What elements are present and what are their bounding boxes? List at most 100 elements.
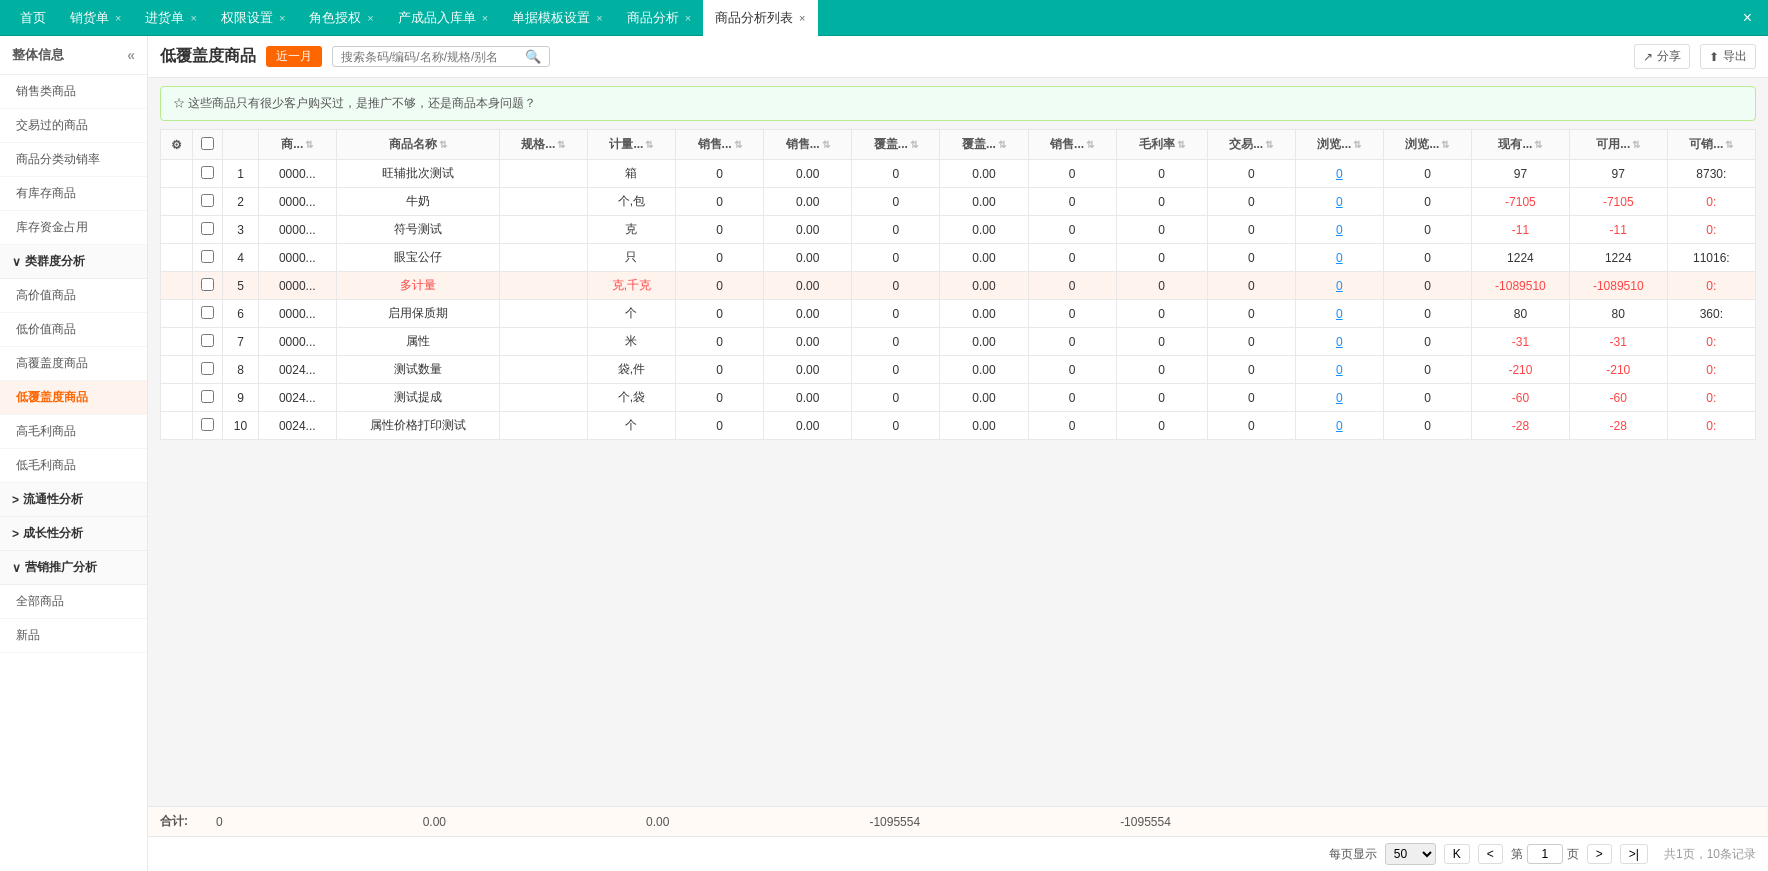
th-sales1[interactable]: 销售...⇅ — [676, 130, 764, 160]
sidebar-item-sales-goods[interactable]: 销售类商品 — [0, 75, 147, 109]
table-row: 40000...眼宝公仔只00.0000.0000000122412241101… — [161, 244, 1756, 272]
search-input[interactable] — [341, 50, 521, 64]
sidebar-item-high-value[interactable]: 高价值商品 — [0, 279, 147, 313]
search-icon[interactable]: 🔍 — [525, 49, 541, 64]
nav-analysis[interactable]: 商品分析 × — [615, 0, 703, 36]
nav-purchase[interactable]: 进货单 × — [133, 0, 208, 36]
table-row: 80024...测试数量袋,件00.0000.0000000-210-2100: — [161, 356, 1756, 384]
nav-analysis-label: 商品分析 — [627, 9, 679, 27]
th-current[interactable]: 现有...⇅ — [1472, 130, 1570, 160]
select-all-checkbox[interactable] — [201, 137, 214, 150]
th-code[interactable]: 商...⇅ — [259, 130, 337, 160]
th-sales2[interactable]: 销售...⇅ — [764, 130, 852, 160]
share-btn[interactable]: ↗ 分享 — [1634, 44, 1690, 69]
last-page-btn[interactable]: >| — [1620, 844, 1648, 864]
th-name[interactable]: 商品名称⇅ — [336, 130, 499, 160]
nav-analysis-close[interactable]: × — [685, 12, 691, 24]
nav-analysis-list-close[interactable]: × — [799, 12, 805, 24]
sidebar: 整体信息 « 销售类商品 交易过的商品 商品分类动销率 有库存商品 库存资金占用… — [0, 36, 148, 871]
share-label: 分享 — [1657, 48, 1681, 65]
sidebar-item-category-rate[interactable]: 商品分类动销率 — [0, 143, 147, 177]
sidebar-section-growth[interactable]: > 成长性分析 — [0, 517, 147, 551]
th-cover2[interactable]: 覆盖...⇅ — [940, 130, 1028, 160]
nav-product-in-close[interactable]: × — [482, 12, 488, 24]
sidebar-section-marketing[interactable]: ∨ 营销推广分析 — [0, 551, 147, 585]
row-checkbox[interactable] — [201, 166, 214, 179]
time-filter-btn[interactable]: 近一月 — [266, 46, 322, 67]
page-size-label: 每页显示 — [1329, 846, 1377, 863]
th-trade[interactable]: 交易...⇅ — [1207, 130, 1295, 160]
sidebar-item-new-goods[interactable]: 新品 — [0, 619, 147, 653]
th-grossrate[interactable]: 毛利率⇅ — [1116, 130, 1207, 160]
th-unit[interactable]: 计量...⇅ — [587, 130, 675, 160]
table-container[interactable]: ⚙ 商...⇅ 商品名称⇅ 规格...⇅ 计量...⇅ 销售...⇅ 销售...… — [148, 129, 1768, 806]
table-row: 50000...多计量克,千克00.0000.0000000-1089510-1… — [161, 272, 1756, 300]
th-cover1[interactable]: 覆盖...⇅ — [852, 130, 940, 160]
sidebar-item-low-value[interactable]: 低价值商品 — [0, 313, 147, 347]
nav-permission-close[interactable]: × — [279, 12, 285, 24]
sidebar-item-in-stock[interactable]: 有库存商品 — [0, 177, 147, 211]
page-unit: 页 — [1567, 846, 1579, 863]
nav-template-close[interactable]: × — [596, 12, 602, 24]
table-row: 60000...启用保质期个00.0000.00000008080360: — [161, 300, 1756, 328]
sidebar-section-liquidity[interactable]: > 流通性分析 — [0, 483, 147, 517]
row-checkbox[interactable] — [201, 362, 214, 375]
sidebar-item-high-coverage[interactable]: 高覆盖度商品 — [0, 347, 147, 381]
th-browse1[interactable]: 浏览...⇅ — [1295, 130, 1383, 160]
nav-analysis-list[interactable]: 商品分析列表 × — [703, 0, 817, 36]
window-close-btn[interactable]: × — [1735, 9, 1760, 27]
sidebar-header-label: 整体信息 — [12, 46, 64, 64]
nav-purchase-close[interactable]: × — [190, 12, 196, 24]
th-sales3[interactable]: 销售...⇅ — [1028, 130, 1116, 160]
table-row: 70000...属性米00.0000.0000000-31-310: — [161, 328, 1756, 356]
row-checkbox[interactable] — [201, 306, 214, 319]
sidebar-section-cluster[interactable]: ∨ 类群度分析 — [0, 245, 147, 279]
sidebar-header: 整体信息 « — [0, 36, 147, 75]
nav-analysis-list-label: 商品分析列表 — [715, 9, 793, 27]
th-saleable[interactable]: 可销...⇅ — [1667, 130, 1755, 160]
row-checkbox[interactable] — [201, 194, 214, 207]
search-box: 🔍 — [332, 46, 550, 67]
nav-product-in[interactable]: 产成品入库单 × — [386, 0, 500, 36]
th-available[interactable]: 可用...⇅ — [1569, 130, 1667, 160]
row-checkbox[interactable] — [201, 418, 214, 431]
th-spec[interactable]: 规格...⇅ — [499, 130, 587, 160]
row-checkbox[interactable] — [201, 250, 214, 263]
export-icon: ⬆ — [1709, 50, 1719, 64]
nav-sales-close[interactable]: × — [115, 12, 121, 24]
row-checkbox[interactable] — [201, 278, 214, 291]
next-page-btn[interactable]: > — [1587, 844, 1612, 864]
th-browse2[interactable]: 浏览...⇅ — [1383, 130, 1471, 160]
sidebar-item-low-coverage[interactable]: 低覆盖度商品 — [0, 381, 147, 415]
row-checkbox[interactable] — [201, 222, 214, 235]
export-btn[interactable]: ⬆ 导出 — [1700, 44, 1756, 69]
nav-home[interactable]: 首页 — [8, 0, 58, 36]
page-input[interactable] — [1527, 844, 1563, 864]
row-checkbox[interactable] — [201, 390, 214, 403]
nav-role[interactable]: 角色授权 × — [297, 0, 385, 36]
nav-role-close[interactable]: × — [367, 12, 373, 24]
export-label: 导出 — [1723, 48, 1747, 65]
prev-page-btn[interactable]: < — [1478, 844, 1503, 864]
table-footer: 合计: 0 0.00 0.00 -1095554 -1095554 — [148, 806, 1768, 836]
sidebar-section-liquidity-arrow: > — [12, 493, 19, 507]
sidebar-item-all-goods[interactable]: 全部商品 — [0, 585, 147, 619]
nav-role-label: 角色授权 — [309, 9, 361, 27]
nav-sales[interactable]: 销货单 × — [58, 0, 133, 36]
nav-template-label: 单据模板设置 — [512, 9, 590, 27]
page-size-select[interactable]: 50 20 100 200 — [1385, 843, 1436, 865]
sidebar-item-high-margin[interactable]: 高毛利商品 — [0, 415, 147, 449]
row-checkbox[interactable] — [201, 334, 214, 347]
sidebar-item-low-margin[interactable]: 低毛利商品 — [0, 449, 147, 483]
footer-available: -1095554 — [1120, 815, 1171, 829]
sidebar-item-stock-fund[interactable]: 库存资金占用 — [0, 211, 147, 245]
nav-template[interactable]: 单据模板设置 × — [500, 0, 614, 36]
nav-permission[interactable]: 权限设置 × — [209, 0, 297, 36]
first-page-btn[interactable]: K — [1444, 844, 1470, 864]
nav-permission-label: 权限设置 — [221, 9, 273, 27]
sidebar-item-traded-goods[interactable]: 交易过的商品 — [0, 109, 147, 143]
nav-product-in-label: 产成品入库单 — [398, 9, 476, 27]
th-checkbox[interactable] — [193, 130, 223, 160]
sidebar-collapse-btn[interactable]: « — [127, 47, 135, 63]
th-settings[interactable]: ⚙ — [161, 130, 193, 160]
